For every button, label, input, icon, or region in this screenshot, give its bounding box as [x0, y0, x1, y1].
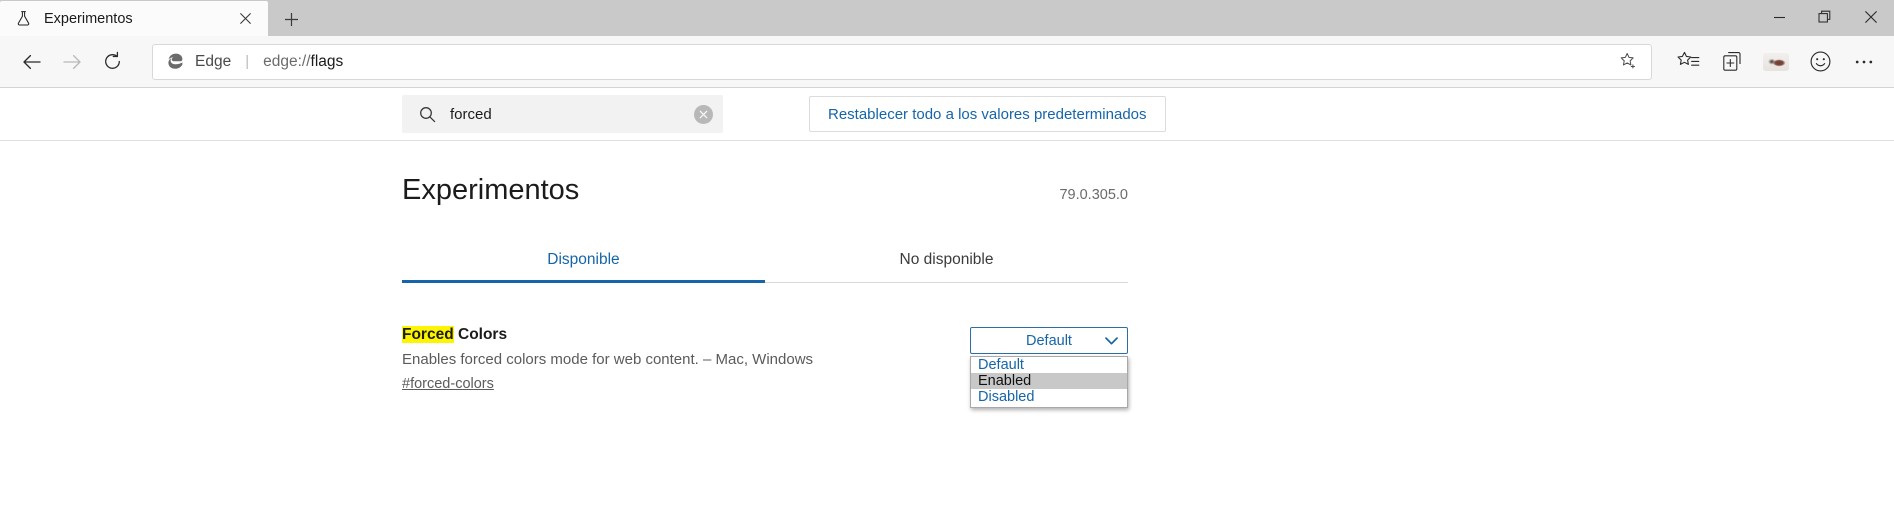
favorites-hub-icon[interactable] — [1668, 42, 1708, 82]
tab-disponible[interactable]: Disponible — [402, 241, 765, 282]
back-arrow-icon[interactable] — [12, 42, 52, 82]
flags-page: Restablecer todo a los valores predeterm… — [0, 88, 1894, 507]
flags-content: Experimentos 79.0.305.0 Disponible No di… — [402, 141, 1128, 408]
flag-title-rest: Colors — [453, 326, 508, 343]
omnibox-url[interactable]: edge://flags — [263, 53, 1613, 71]
omnibox-brand-label: Edge — [195, 52, 232, 70]
flask-icon — [14, 10, 32, 28]
active-tab-underline — [402, 280, 765, 283]
flag-entry-forced-colors: Forced Colors Enables forced colors mode… — [402, 326, 1128, 408]
title-bar: Experimentos — [0, 0, 1894, 36]
select-dropdown-options[interactable]: Default Enabled Disabled — [970, 356, 1128, 408]
flag-description: Enables forced colors mode for web conte… — [402, 351, 814, 368]
search-icon — [418, 105, 436, 123]
select-selected-value: Default — [1026, 332, 1072, 349]
feedback-smiley-icon[interactable] — [1800, 42, 1840, 82]
new-tab-button[interactable] — [272, 4, 310, 34]
select-option-enabled[interactable]: Enabled — [971, 373, 1127, 389]
flag-select-area: Default Default Enabled Disabled — [970, 327, 1128, 408]
flag-select-forced-colors[interactable]: Default — [970, 327, 1128, 354]
tab-no-disponible[interactable]: No disponible — [765, 241, 1128, 282]
flags-search-box[interactable] — [402, 95, 723, 133]
tab-title: Experimentos — [44, 10, 133, 27]
edge-logo-icon — [165, 52, 185, 72]
forward-arrow-icon[interactable] — [52, 42, 92, 82]
select-option-disabled[interactable]: Disabled — [971, 389, 1127, 405]
more-options-icon[interactable] — [1844, 42, 1884, 82]
flags-header-inner: Restablecer todo a los valores predeterm… — [402, 95, 1282, 133]
select-option-default[interactable]: Default — [971, 357, 1127, 373]
minimize-button[interactable] — [1756, 0, 1802, 34]
avatar — [1763, 52, 1789, 71]
flag-permalink[interactable]: #forced-colors — [402, 376, 494, 392]
flag-info: Forced Colors Enables forced colors mode… — [402, 326, 970, 393]
address-bar[interactable]: Edge | edge://flags — [152, 43, 1652, 80]
flags-tabs: Disponible No disponible — [402, 241, 1128, 283]
page-title: Experimentos — [402, 174, 580, 206]
flag-title: Forced Colors — [402, 326, 970, 344]
collections-icon[interactable] — [1712, 42, 1752, 82]
star-add-icon[interactable] — [1613, 47, 1643, 77]
chevron-down-icon — [1105, 336, 1118, 345]
window-controls — [1756, 0, 1894, 34]
profile-avatar[interactable] — [1756, 42, 1796, 82]
tab-close-icon[interactable] — [232, 6, 258, 32]
search-match-highlight: Forced — [402, 326, 454, 343]
omnibox-separator: | — [245, 53, 250, 70]
browser-toolbar: Edge | edge://flags — [0, 36, 1894, 88]
version-label: 79.0.305.0 — [1059, 187, 1128, 203]
refresh-icon[interactable] — [92, 42, 132, 82]
url-scheme: edge:// — [263, 52, 311, 70]
close-button[interactable] — [1848, 0, 1894, 34]
flags-header-bar: Restablecer todo a los valores predeterm… — [0, 88, 1894, 141]
reset-all-defaults-button[interactable]: Restablecer todo a los valores predeterm… — [809, 96, 1166, 132]
search-input[interactable] — [450, 105, 694, 123]
restore-button[interactable] — [1802, 0, 1848, 34]
clear-circle-icon[interactable] — [694, 104, 713, 124]
browser-tab-experimentos[interactable]: Experimentos — [0, 1, 268, 36]
url-path: flags — [310, 52, 344, 70]
